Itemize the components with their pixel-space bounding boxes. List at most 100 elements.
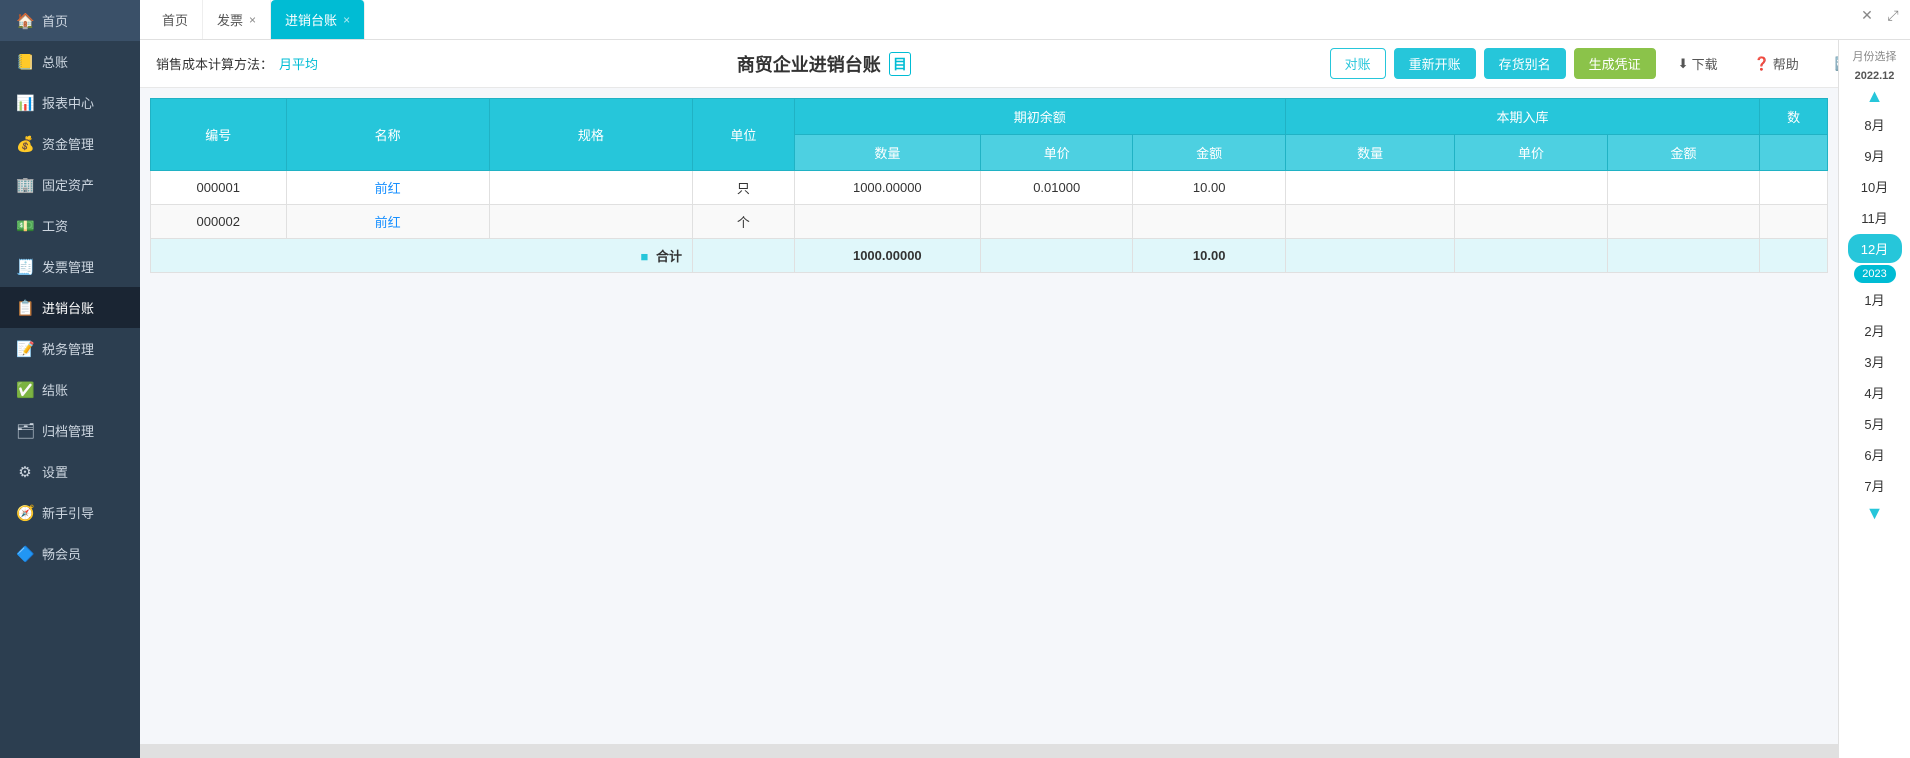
page-title: 商贸企业进销台账 目	[737, 51, 911, 77]
home-icon: 🏠	[16, 12, 34, 30]
tax-icon: 📝	[16, 340, 34, 358]
sidebar-item-reports[interactable]: 📊 报表中心	[0, 82, 140, 123]
tab-home[interactable]: 首页	[148, 0, 203, 39]
scroll-area[interactable]	[140, 744, 1910, 758]
row2-in-amount	[1607, 205, 1759, 239]
month-9[interactable]: 9月	[1848, 141, 1902, 170]
invoice-mgmt-icon: 🧾	[16, 258, 34, 276]
row1-in-amount	[1607, 171, 1759, 205]
col-opening-amount: 金额	[1133, 135, 1285, 171]
salary-icon: 💵	[16, 217, 34, 235]
reconcile-button[interactable]: 对账	[1330, 48, 1386, 79]
row1-unit: 只	[693, 171, 795, 205]
reopen-button[interactable]: 重新开账	[1394, 48, 1476, 79]
total-unit	[693, 239, 795, 273]
month-7[interactable]: 7月	[1848, 471, 1902, 500]
total-opening-amount: 10.00	[1133, 239, 1285, 273]
maximize-button[interactable]: ⤢	[1884, 6, 1902, 24]
month-3[interactable]: 3月	[1848, 347, 1902, 376]
sidebar-item-purchase-sales[interactable]: 📋 进销台账	[0, 287, 140, 328]
save-name-button[interactable]: 存货别名	[1484, 48, 1566, 79]
row1-spec	[489, 171, 692, 205]
row1-name: 前红	[286, 171, 489, 205]
month-8[interactable]: 8月	[1848, 110, 1902, 139]
row1-opening-amount: 10.00	[1133, 171, 1285, 205]
month-nav-up[interactable]: ▲	[1866, 88, 1884, 109]
purchase-sales-icon: 📋	[16, 299, 34, 317]
tab-invoice[interactable]: 发票 ×	[203, 0, 271, 39]
row1-more	[1760, 171, 1828, 205]
col-code: 编号	[151, 99, 287, 171]
tab-invoice-close[interactable]: ×	[249, 13, 256, 27]
sidebar-item-invoice-mgmt[interactable]: 🧾 发票管理	[0, 246, 140, 287]
total-opening-qty: 1000.00000	[794, 239, 980, 273]
help-button[interactable]: ❓ 帮助	[1740, 49, 1813, 78]
sidebar-item-settle[interactable]: ✅ 结账	[0, 369, 140, 410]
col-opening-price: 单价	[980, 135, 1132, 171]
year-2023-marker: 2023	[1854, 265, 1896, 283]
funds-icon: 💰	[16, 135, 34, 153]
tab-bar: 首页 发票 × 进销台账 ×	[140, 0, 1910, 40]
month-panel: 月份选择 2022.12 ▲ 8月 9月 10月 11月 12月 2023 1月…	[1838, 88, 1910, 744]
sidebar-item-home[interactable]: 🏠 首页	[0, 0, 140, 41]
download-icon: ⬇	[1678, 56, 1689, 72]
table-area: 编号 名称 规格 单位 期初余额 本期入库 数 数量 单价 金额 数	[140, 88, 1838, 744]
row2-more	[1760, 205, 1828, 239]
tab-purchase-sales-close[interactable]: ×	[343, 13, 350, 27]
sidebar-item-salary[interactable]: 💵 工资	[0, 205, 140, 246]
col-opening-qty: 数量	[794, 135, 980, 171]
close-button[interactable]: ✕	[1858, 6, 1876, 24]
sidebar-item-ledger[interactable]: 📒 总账	[0, 41, 140, 82]
sidebar-item-guide[interactable]: 🧭 新手引导	[0, 492, 140, 533]
total-opening-price	[980, 239, 1132, 273]
month-nav-down[interactable]: ▼	[1866, 501, 1884, 526]
col-more: 数	[1760, 99, 1828, 135]
total-in-amount	[1607, 239, 1759, 273]
toolbar-row: 销售成本计算方法： 月平均 商贸企业进销台账 目 对账 重新开账 存货别名 生成…	[140, 40, 1910, 88]
month-12[interactable]: 12月	[1848, 234, 1902, 263]
reports-icon: 📊	[16, 94, 34, 112]
action-buttons: 对账 重新开账 存货别名 生成凭证 ⬇ 下载 ❓ 帮助 🔄 刷新	[1330, 48, 1894, 79]
window-controls: ✕ ⤢	[1858, 6, 1902, 24]
member-icon: 🔷	[16, 545, 34, 563]
archive-icon: 🗂	[16, 422, 34, 440]
col-period-opening: 期初余额	[794, 99, 1285, 135]
month-10[interactable]: 10月	[1848, 172, 1902, 201]
content: 销售成本计算方法： 月平均 商贸企业进销台账 目 对账 重新开账 存货别名 生成…	[140, 40, 1910, 758]
total-more	[1760, 239, 1828, 273]
sidebar-item-tax[interactable]: 📝 税务管理	[0, 328, 140, 369]
row2-in-qty	[1285, 205, 1454, 239]
month-1[interactable]: 1月	[1848, 285, 1902, 314]
row1-opening-price: 0.01000	[980, 171, 1132, 205]
total-icon: ■	[641, 249, 649, 264]
month-2[interactable]: 2月	[1848, 316, 1902, 345]
table-row: 000001 前红 只 1000.00000 0.01000 10.00	[151, 171, 1828, 205]
col-spec: 规格	[489, 99, 692, 171]
generate-button[interactable]: 生成凭证	[1574, 48, 1656, 79]
month-11[interactable]: 11月	[1848, 203, 1902, 232]
col-current-in: 本期入库	[1285, 99, 1759, 135]
sidebar: 🏠 首页 📒 总账 📊 报表中心 💰 资金管理 🏢 固定资产 💵 工资 🧾 发票…	[0, 0, 140, 758]
sidebar-item-assets[interactable]: 🏢 固定资产	[0, 164, 140, 205]
col-in-amount: 金额	[1607, 135, 1759, 171]
month-6[interactable]: 6月	[1848, 440, 1902, 469]
row2-in-price	[1455, 205, 1607, 239]
sidebar-item-settings[interactable]: ⚙ 设置	[0, 451, 140, 492]
total-row: ■ 合计 1000.00000 10.00	[151, 239, 1828, 273]
sidebar-item-member[interactable]: 🔷 畅会员	[0, 533, 140, 574]
month-5[interactable]: 5月	[1848, 409, 1902, 438]
page-title-icon: 目	[889, 52, 911, 76]
settings-icon: ⚙	[16, 463, 34, 481]
col-name: 名称	[286, 99, 489, 171]
main-table: 编号 名称 规格 单位 期初余额 本期入库 数 数量 单价 金额 数	[150, 98, 1828, 273]
col-in-price: 单价	[1455, 135, 1607, 171]
row2-opening-qty	[794, 205, 980, 239]
month-4[interactable]: 4月	[1848, 378, 1902, 407]
sidebar-item-funds[interactable]: 💰 资金管理	[0, 123, 140, 164]
download-button[interactable]: ⬇ 下载	[1664, 49, 1732, 78]
row2-spec	[489, 205, 692, 239]
row2-unit: 个	[693, 205, 795, 239]
tab-purchase-sales[interactable]: 进销台账 ×	[271, 0, 365, 39]
sidebar-item-archive[interactable]: 🗂 归档管理	[0, 410, 140, 451]
cost-method: 销售成本计算方法： 月平均	[156, 54, 318, 73]
